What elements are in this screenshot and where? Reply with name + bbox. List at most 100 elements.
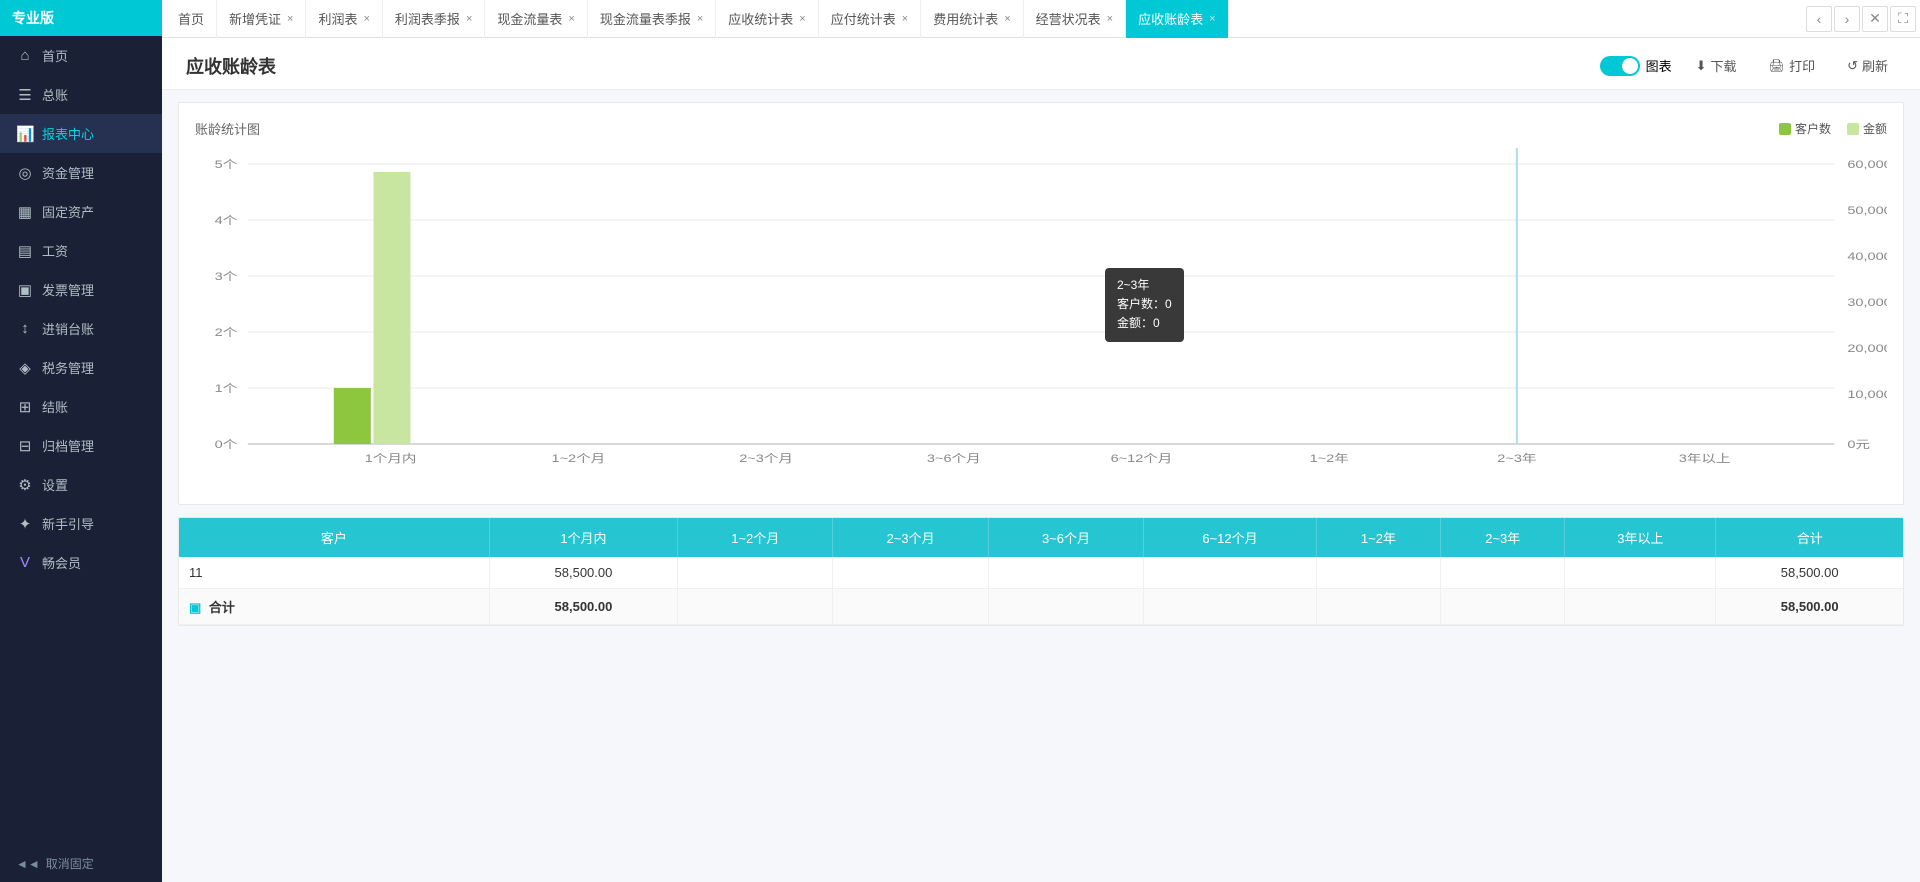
refresh-button[interactable]: ↺ 刷新 xyxy=(1839,52,1896,79)
close-tab-button[interactable]: ✕ xyxy=(1862,6,1888,32)
svg-text:3个: 3个 xyxy=(215,270,238,283)
table-row: 11 58,500.00 58,500.00 xyxy=(179,557,1903,589)
bar-chart: 5个 4个 3个 2个 1个 0个 60,000.00元 50,000.00元 … xyxy=(195,148,1887,468)
svg-text:4个: 4个 xyxy=(215,214,238,227)
col-3-6m: 3~6个月 xyxy=(988,518,1143,557)
sidebar-item-label: 固定资产 xyxy=(42,202,94,221)
sidebar-item-capital[interactable]: ◎ 资金管理 xyxy=(0,153,162,192)
tab-profit[interactable]: 利润表 × xyxy=(306,0,382,38)
invoice-icon: ▣ xyxy=(16,281,34,299)
legend-amount: 金额 xyxy=(1847,120,1887,137)
guide-icon: ✦ xyxy=(16,515,34,533)
download-button[interactable]: ⬇ 下载 xyxy=(1688,52,1745,79)
cell-3-6m xyxy=(988,557,1143,589)
tab-cashflow-quarterly[interactable]: 现金流量表季报 × xyxy=(588,0,716,38)
svg-text:2~3年: 2~3年 xyxy=(1497,452,1536,465)
cell-1-2m xyxy=(678,557,833,589)
tab-close-icon[interactable]: × xyxy=(1107,13,1113,25)
sidebar-item-salary[interactable]: ▤ 工资 xyxy=(0,231,162,270)
table-section: 客户 1个月内 1~2个月 2~3个月 3~6个月 6~12个月 1~2年 2~… xyxy=(178,517,1904,626)
total-2-3y xyxy=(1441,589,1565,625)
sidebar-item-label: 结账 xyxy=(42,397,68,416)
page-content: 应收账龄表 图表 ⬇ 下载 🖨 打印 ↺ 刷新 xyxy=(162,38,1920,882)
tab-close-icon[interactable]: × xyxy=(363,13,369,25)
home-icon: ⌂ xyxy=(16,47,34,64)
sidebar-item-label: 归档管理 xyxy=(42,436,94,455)
tab-operations[interactable]: 经营状况表 × xyxy=(1024,0,1126,38)
sidebar-item-guide[interactable]: ✦ 新手引导 xyxy=(0,504,162,543)
tab-close-icon[interactable]: × xyxy=(902,13,908,25)
total-2-3m xyxy=(833,589,988,625)
tabs-bar: 首页 新增凭证 × 利润表 × 利润表季报 × 现金流量表 × 现金流量表季报 … xyxy=(162,0,1920,38)
tab-scroll-right-button[interactable]: › xyxy=(1834,6,1860,32)
svg-text:10,000.00元: 10,000.00元 xyxy=(1847,388,1887,401)
tab-close-icon[interactable]: × xyxy=(799,13,805,25)
sidebar-item-invoice[interactable]: ▣ 发票管理 xyxy=(0,270,162,309)
sidebar-item-settings[interactable]: ⚙ 设置 xyxy=(0,465,162,504)
expand-button[interactable]: ⛶ xyxy=(1890,6,1916,32)
cell-6-12m xyxy=(1144,557,1317,589)
tax-icon: ◈ xyxy=(16,359,34,377)
sidebar-item-label: 发票管理 xyxy=(42,280,94,299)
tab-close-icon[interactable]: × xyxy=(697,13,703,25)
tab-ar-aging[interactable]: 应收账龄表 × xyxy=(1126,0,1228,38)
total-icon: ▣ xyxy=(189,600,201,615)
assets-icon: ▦ xyxy=(16,203,34,221)
tab-home[interactable]: 首页 xyxy=(166,0,217,38)
print-icon: 🖨 xyxy=(1769,58,1786,74)
col-2-3m: 2~3个月 xyxy=(833,518,988,557)
unpin-button[interactable]: ◄◄ 取消固定 xyxy=(0,845,162,882)
tab-close-icon[interactable]: × xyxy=(287,13,293,25)
cell-customer: 11 xyxy=(179,557,489,589)
legend-customer-dot xyxy=(1779,123,1791,135)
sidebar-item-label: 新手引导 xyxy=(42,514,94,533)
page-header: 应收账龄表 图表 ⬇ 下载 🖨 打印 ↺ 刷新 xyxy=(162,38,1920,90)
legend-amount-dot xyxy=(1847,123,1859,135)
cell-2-3m xyxy=(833,557,988,589)
sidebar-item-tax[interactable]: ◈ 税务管理 xyxy=(0,348,162,387)
col-total: 合计 xyxy=(1716,518,1903,557)
sidebar-item-reports[interactable]: 📊 报表中心 xyxy=(0,114,162,153)
tab-profit-quarterly[interactable]: 利润表季报 × xyxy=(383,0,485,38)
tab-scroll-left-button[interactable]: ‹ xyxy=(1806,6,1832,32)
table-header-row: 客户 1个月内 1~2个月 2~3个月 3~6个月 6~12个月 1~2年 2~… xyxy=(179,518,1903,557)
sidebar-item-inventory[interactable]: ↕ 进销台账 xyxy=(0,309,162,348)
col-1-2y: 1~2年 xyxy=(1316,518,1440,557)
chart-toggle[interactable]: 图表 xyxy=(1600,56,1672,76)
sidebar-item-vip[interactable]: V 畅会员 xyxy=(0,543,162,582)
svg-text:1个: 1个 xyxy=(215,382,238,395)
vip-icon: V xyxy=(16,554,34,571)
chart-area: 5个 4个 3个 2个 1个 0个 60,000.00元 50,000.00元 … xyxy=(195,148,1887,488)
sidebar-item-label: 进销台账 xyxy=(42,319,94,338)
tab-close-icon[interactable]: × xyxy=(568,13,574,25)
total-1-2y xyxy=(1316,589,1440,625)
sidebar-item-close[interactable]: ⊞ 结账 xyxy=(0,387,162,426)
sidebar-item-label: 工资 xyxy=(42,241,68,260)
total-6-12m xyxy=(1144,589,1317,625)
tab-new-voucher[interactable]: 新增凭证 × xyxy=(217,0,306,38)
legend-customer: 客户数 xyxy=(1779,120,1831,137)
tab-close-icon[interactable]: × xyxy=(1004,13,1010,25)
svg-text:2个: 2个 xyxy=(215,326,238,339)
tab-close-icon[interactable]: × xyxy=(466,13,472,25)
total-3-6m xyxy=(988,589,1143,625)
tab-ar-stats[interactable]: 应收统计表 × xyxy=(716,0,818,38)
tab-ap-stats[interactable]: 应付统计表 × xyxy=(819,0,921,38)
sidebar-item-assets[interactable]: ▦ 固定资产 xyxy=(0,192,162,231)
toggle-knob[interactable] xyxy=(1600,56,1640,76)
tab-cashflow[interactable]: 现金流量表 × xyxy=(485,0,587,38)
sidebar-item-ledger[interactable]: ☰ 总账 xyxy=(0,75,162,114)
gear-icon: ⚙ xyxy=(16,476,34,494)
cell-1-2y xyxy=(1316,557,1440,589)
sidebar-item-label: 报表中心 xyxy=(42,124,94,143)
ar-aging-table: 客户 1个月内 1~2个月 2~3个月 3~6个月 6~12个月 1~2年 2~… xyxy=(179,518,1903,625)
svg-text:60,000.00元: 60,000.00元 xyxy=(1847,158,1887,171)
sidebar-item-archive[interactable]: ⊟ 归档管理 xyxy=(0,426,162,465)
bar-customer-0 xyxy=(334,388,371,444)
sidebar-item-home[interactable]: ⌂ 首页 xyxy=(0,36,162,75)
svg-text:40,000.00元: 40,000.00元 xyxy=(1847,250,1887,263)
print-button[interactable]: 🖨 打印 xyxy=(1761,52,1824,79)
cell-2-3y xyxy=(1441,557,1565,589)
tab-expense-stats[interactable]: 费用统计表 × xyxy=(921,0,1023,38)
tab-close-icon[interactable]: × xyxy=(1209,13,1215,25)
